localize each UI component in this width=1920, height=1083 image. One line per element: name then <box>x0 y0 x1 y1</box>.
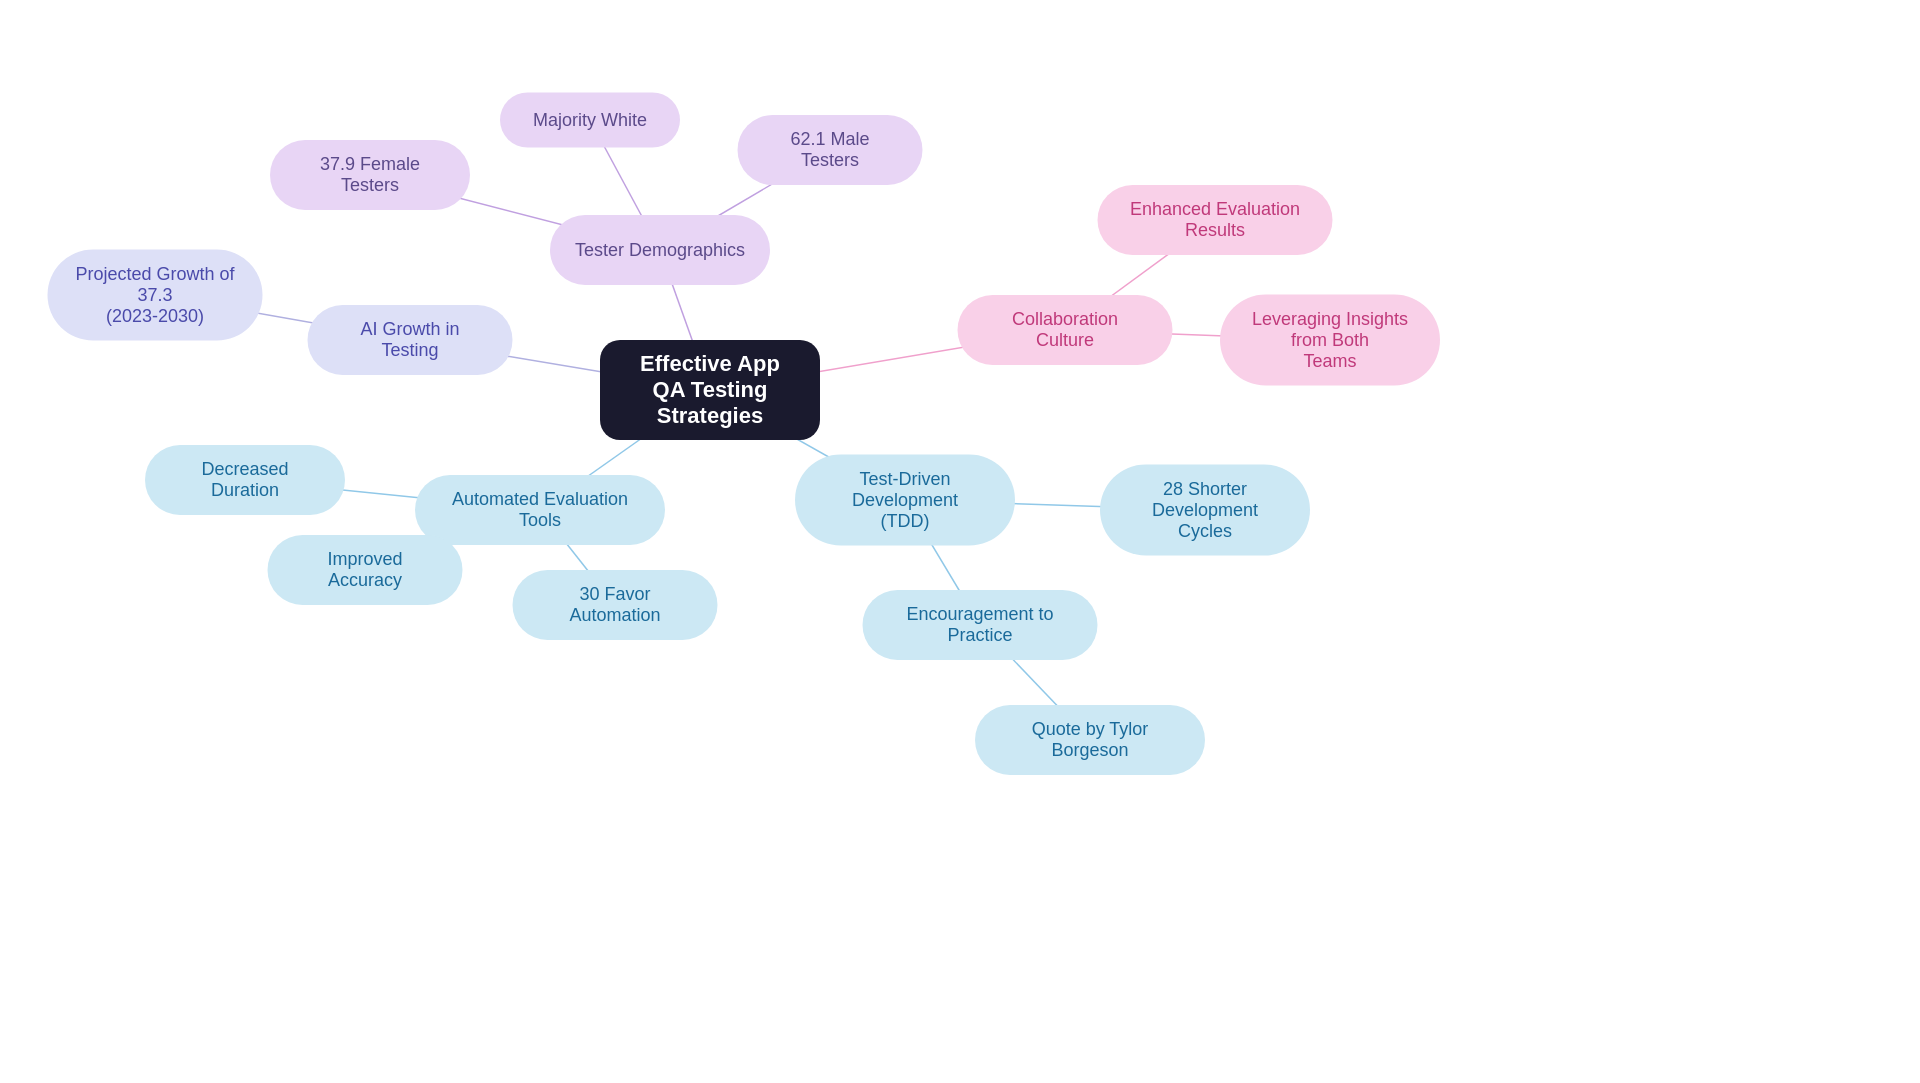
auto-eval-node[interactable]: Automated Evaluation Tools <box>415 475 665 545</box>
ai-growth-node[interactable]: AI Growth in Testing <box>308 305 513 375</box>
decreased-dur-node[interactable]: Decreased Duration <box>145 445 345 515</box>
improved-acc-node[interactable]: Improved Accuracy <box>268 535 463 605</box>
tdd-node[interactable]: Test-Driven Development (TDD) <box>795 455 1015 546</box>
enhanced-eval-node[interactable]: Enhanced Evaluation Results <box>1098 185 1333 255</box>
center-node[interactable]: Effective App QA Testing Strategies <box>600 340 820 440</box>
female-testers-node[interactable]: 37.9 Female Testers <box>270 140 470 210</box>
favor-auto-node[interactable]: 30 Favor Automation <box>513 570 718 640</box>
encouragement-node[interactable]: Encouragement to Practice <box>863 590 1098 660</box>
projected-growth-node[interactable]: Projected Growth of 37.3 (2023-2030) <box>48 250 263 341</box>
shorter-dev-node[interactable]: 28 Shorter Development Cycles <box>1100 465 1310 556</box>
majority-white-node[interactable]: Majority White <box>500 93 680 148</box>
male-testers-node[interactable]: 62.1 Male Testers <box>738 115 923 185</box>
mind-map-canvas: Effective App QA Testing Strategies Teste… <box>0 0 1920 1083</box>
tester-demo-node[interactable]: Tester Demographics <box>550 215 770 285</box>
collab-culture-node[interactable]: Collaboration Culture <box>958 295 1173 365</box>
quote-node[interactable]: Quote by Tylor Borgeson <box>975 705 1205 775</box>
leveraging-node[interactable]: Leveraging Insights from Both Teams <box>1220 295 1440 386</box>
